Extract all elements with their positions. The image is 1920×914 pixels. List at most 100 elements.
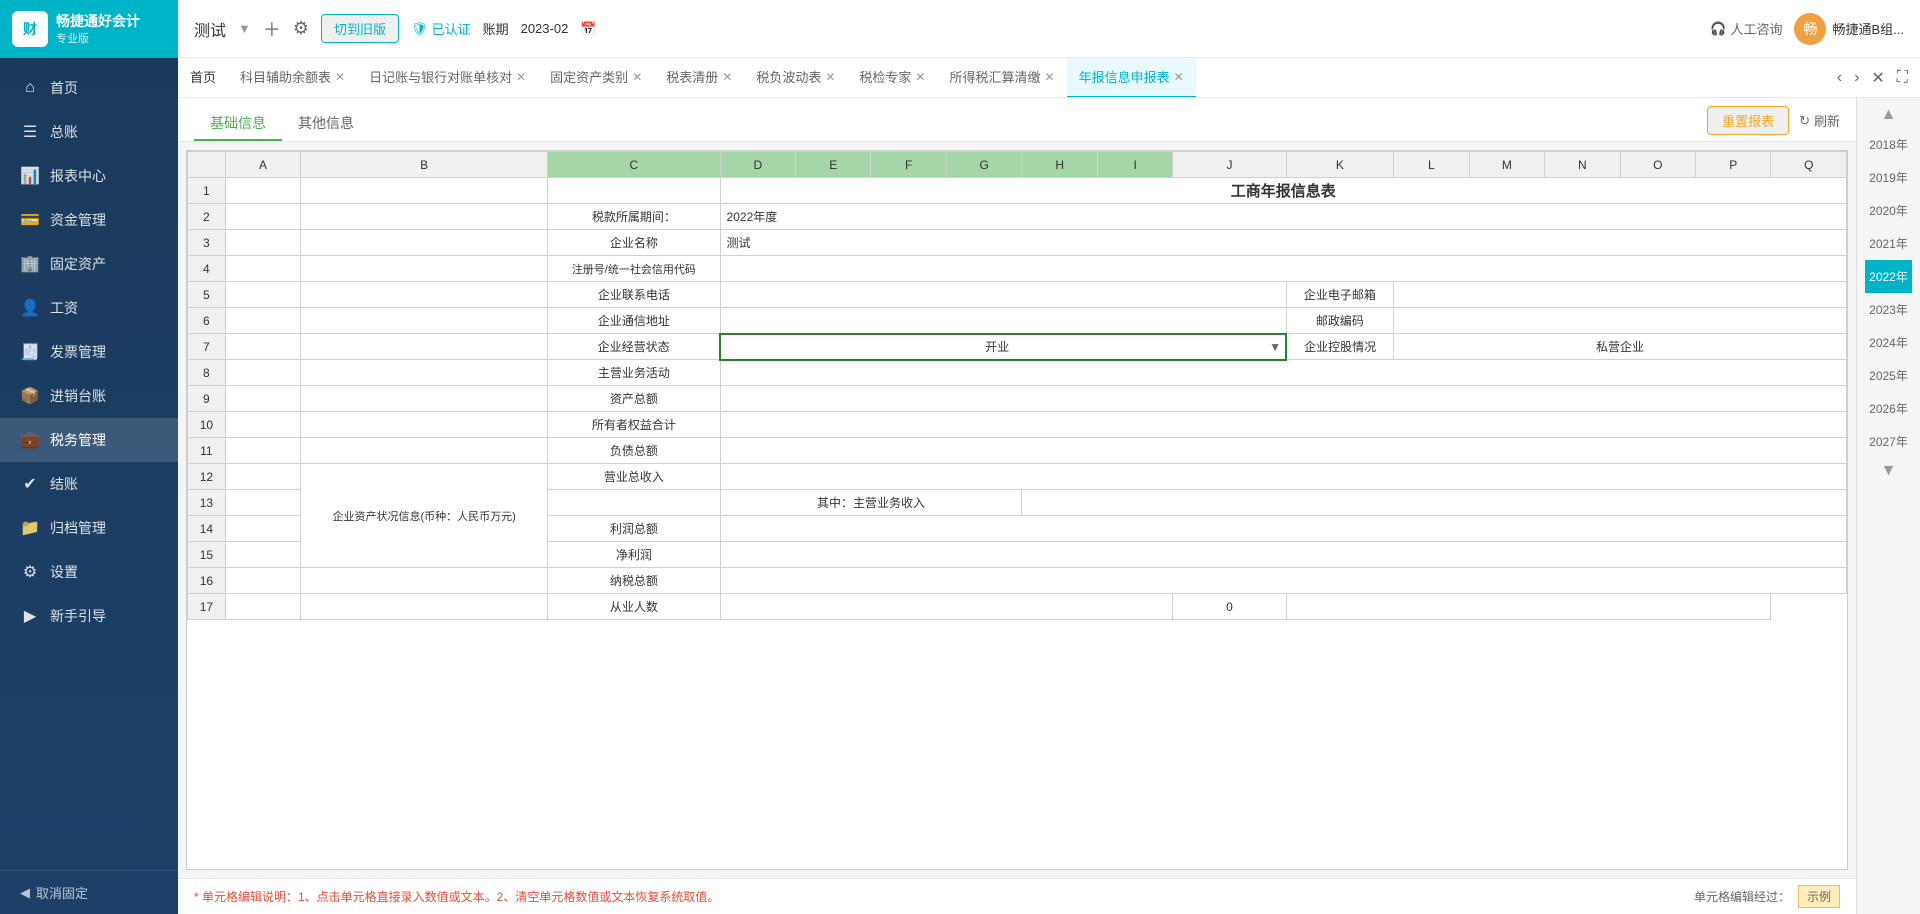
row-header-11: 11 (188, 438, 226, 464)
topbar-dropdown-arrow[interactable]: ▼ (238, 21, 251, 36)
logo-icon: 财 (12, 11, 48, 47)
sheet-cell: 其中：主营业务收入 (720, 490, 1022, 516)
archive-icon: 📁 (20, 518, 40, 538)
tab-prev-button[interactable]: ‹ (1833, 67, 1846, 89)
year-panel: ▲ 2018年2019年2020年2021年2022年2023年2024年202… (1856, 98, 1920, 914)
year-scroll-down-button[interactable]: ▼ (1877, 458, 1901, 484)
refresh-button[interactable]: ↻ 刷新 (1799, 111, 1840, 130)
sidebar-item-settings[interactable]: ⚙设置 (0, 550, 178, 594)
year-item[interactable]: 2023年 (1865, 293, 1912, 326)
sheet-cell[interactable]: 开业▼ (720, 334, 1286, 360)
sidebar-item-funds[interactable]: 💳资金管理 (0, 198, 178, 242)
spreadsheet-container[interactable]: ABCDEFGHIJKLMNOPQ 1工商年报信息表2税款所属期间：2022年度… (186, 150, 1848, 870)
sidebar-item-settle[interactable]: ✔结账 (0, 462, 178, 506)
col-header-D: D (720, 152, 795, 178)
sheet-cell: 企业资产状况信息(币种：人民币万元) (301, 464, 548, 568)
switch-old-version-button[interactable]: 切到旧版 (321, 14, 399, 43)
sheet-cell (301, 256, 548, 282)
year-item[interactable]: 2018年 (1865, 128, 1912, 161)
tab-close-aux_balance[interactable]: ✕ (335, 70, 345, 84)
tab-close-income_tax[interactable]: ✕ (1045, 70, 1055, 84)
sheet-cell: 净利润 (548, 542, 720, 568)
tab-close-fixed_assets[interactable]: ✕ (632, 70, 642, 84)
tab-close-tax_expert[interactable]: ✕ (915, 70, 925, 84)
sheet-cell (225, 308, 300, 334)
sheet-cell (720, 256, 1846, 282)
tab-next-button[interactable]: › (1850, 67, 1863, 89)
sheet-cell (548, 490, 720, 516)
tab-income_tax[interactable]: 所得税汇算清缴 ✕ (937, 58, 1066, 98)
tab-close-tax_return[interactable]: ✕ (722, 70, 732, 84)
dropdown-arrow-icon[interactable]: ▼ (1269, 340, 1281, 354)
sidebar-label-tax: 税务管理 (50, 430, 106, 450)
tab-fixed_assets[interactable]: 固定资产类别✕ (538, 58, 654, 98)
year-item[interactable]: 2020年 (1865, 194, 1912, 227)
sheet-cell: 企业联系电话 (548, 282, 720, 308)
sheet-cell: 主营业务活动 (548, 360, 720, 386)
tab-close-tax_wave[interactable]: ✕ (825, 70, 835, 84)
sidebar-item-guide[interactable]: ▶新手引导 (0, 594, 178, 638)
tab-close-journal[interactable]: ✕ (516, 70, 526, 84)
sheet-cell (225, 490, 300, 516)
sidebar-item-payroll[interactable]: 👤工资 (0, 286, 178, 330)
customer-service-button[interactable]: 🎧 人工咨询 (1710, 19, 1782, 38)
sheet-cell: 纳税总额 (548, 568, 720, 594)
col-header-J: J (1173, 152, 1286, 178)
tab-tax_return[interactable]: 税表清册✕ (654, 58, 744, 98)
sheet-cell (225, 594, 300, 620)
tab-close-all-button[interactable]: ✕ (1867, 66, 1888, 90)
tab-home[interactable]: 首页 (186, 58, 228, 98)
year-item[interactable]: 2024年 (1865, 326, 1912, 359)
tab-journal[interactable]: 日记账与银行对账单核对✕ (357, 58, 538, 98)
sidebar-item-invoice[interactable]: 🧾发票管理 (0, 330, 178, 374)
tab-tax_expert[interactable]: 税检专家✕ (847, 58, 937, 98)
period-label: 账期 (483, 19, 509, 38)
sheet-cell (225, 204, 300, 230)
reset-report-button[interactable]: 重置报表 (1707, 106, 1789, 135)
sidebar-item-assets[interactable]: 🏢固定资产 (0, 242, 178, 286)
table-row: 7企业经营状态开业▼企业控股情况私营企业 (188, 334, 1847, 360)
topbar-settings-button[interactable]: ⚙ (293, 18, 309, 39)
calendar-icon[interactable]: 📅 (580, 21, 596, 37)
sheet-cell (720, 412, 1846, 438)
user-menu-button[interactable]: 畅 畅捷通B组... (1794, 13, 1904, 45)
sidebar-item-ledger[interactable]: ☰总账 (0, 110, 178, 154)
sub-tab-actions: 重置报表 ↻ 刷新 (1707, 106, 1840, 141)
sub-tab-other[interactable]: 其他信息 (282, 107, 370, 141)
sheet-cell (301, 360, 548, 386)
year-item[interactable]: 2026年 (1865, 392, 1912, 425)
row-header-2: 2 (188, 204, 226, 230)
year-item[interactable]: 2022年 (1865, 260, 1912, 293)
col-header-K: K (1286, 152, 1394, 178)
spreadsheet-scroll-area[interactable]: ABCDEFGHIJKLMNOPQ 1工商年报信息表2税款所属期间：2022年度… (187, 151, 1847, 855)
year-scroll-up-button[interactable]: ▲ (1877, 102, 1901, 128)
sidebar-collapse-button[interactable]: ◀ 取消固定 (0, 870, 178, 914)
col-header-B: B (301, 152, 548, 178)
spreadsheet-table: ABCDEFGHIJKLMNOPQ 1工商年报信息表2税款所属期间：2022年度… (187, 151, 1847, 620)
tab-close-annual_report[interactable]: ✕ (1174, 70, 1184, 84)
sidebar-item-reports[interactable]: 📊报表中心 (0, 154, 178, 198)
sidebar-item-home[interactable]: ⌂首页 (0, 66, 178, 110)
year-item[interactable]: 2025年 (1865, 359, 1912, 392)
year-item[interactable]: 2027年 (1865, 425, 1912, 458)
sheet-cell (301, 594, 548, 620)
tab-aux_balance[interactable]: 科目辅助余额表✕ (228, 58, 357, 98)
tab-annual_report[interactable]: 年报信息申报表✕ (1067, 58, 1196, 98)
year-item[interactable]: 2021年 (1865, 227, 1912, 260)
year-item[interactable]: 2019年 (1865, 161, 1912, 194)
sidebar-item-stock[interactable]: 📦进销台账 (0, 374, 178, 418)
tab-label-tax_wave: 税负波动表 (756, 67, 821, 86)
col-header-I: I (1097, 152, 1172, 178)
sidebar-item-archive[interactable]: 📁归档管理 (0, 506, 178, 550)
sheet-cell (1286, 594, 1771, 620)
sheet-cell: 企业电子邮箱 (1286, 282, 1394, 308)
sub-tab-basic[interactable]: 基础信息 (194, 107, 282, 141)
tab-label-income_tax: 所得税汇算清缴 (949, 67, 1040, 86)
sidebar-item-tax[interactable]: 💼税务管理 (0, 418, 178, 462)
topbar-add-button[interactable]: ＋ (263, 16, 281, 42)
tab-tax_wave[interactable]: 税负波动表 ✕ (744, 58, 847, 98)
tab-expand-button[interactable]: ⛶ (1893, 67, 1912, 89)
sheet-cell: 企业控股情况 (1286, 334, 1394, 360)
sidebar-label-invoice: 发票管理 (50, 342, 106, 362)
horizontal-scrollbar[interactable] (187, 855, 1847, 869)
